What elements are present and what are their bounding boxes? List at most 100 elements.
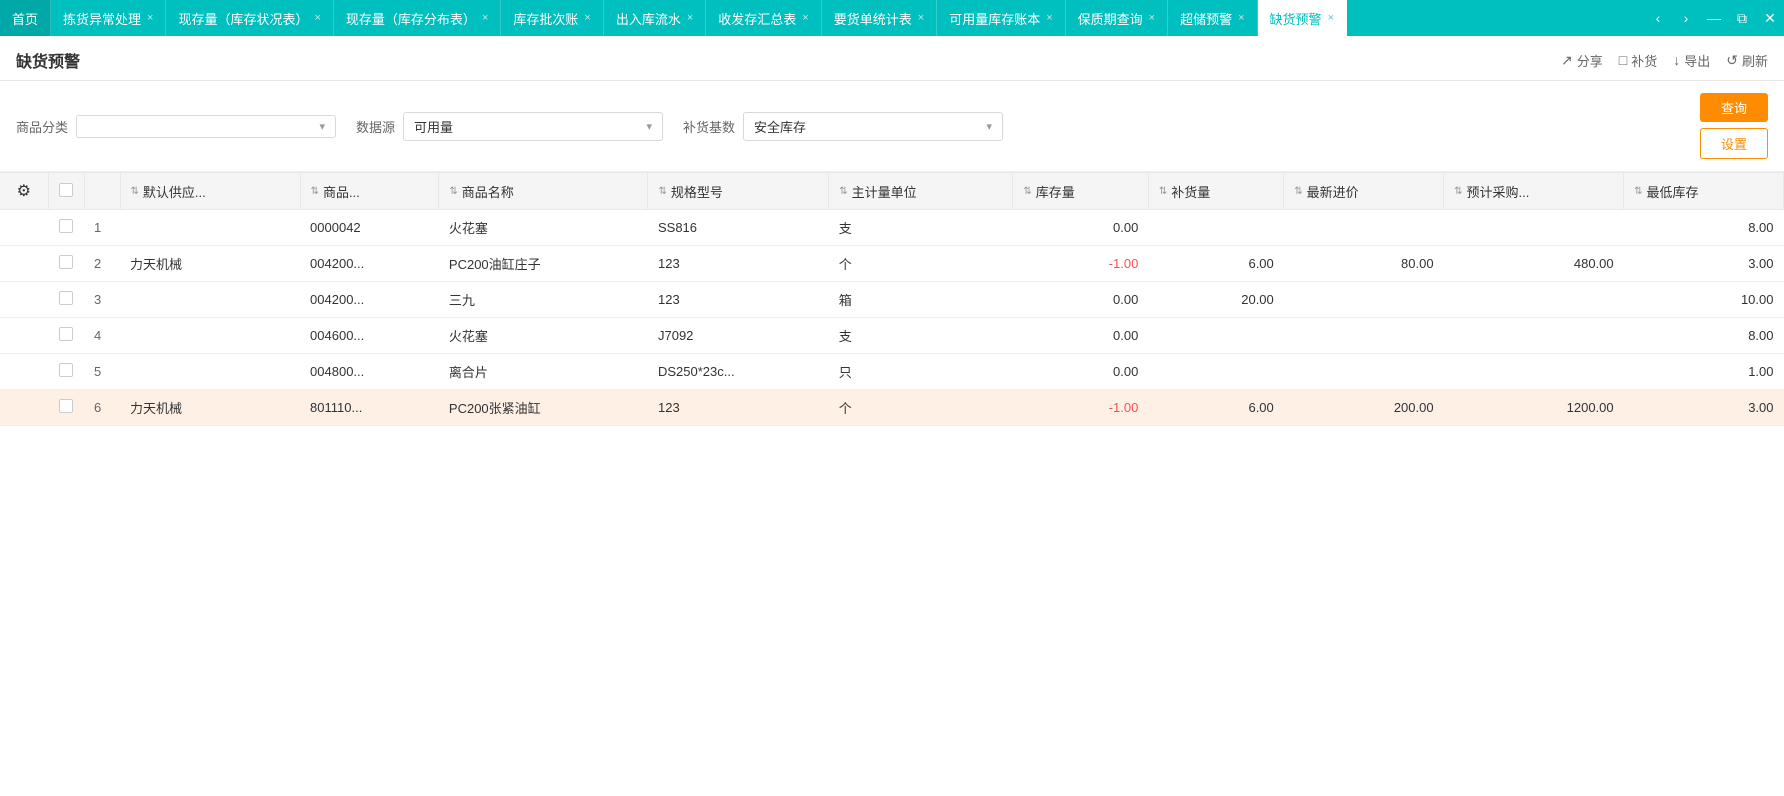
nav-tab-inout-flow[interactable]: 出入库流水 ×: [604, 0, 706, 36]
table-row[interactable]: 5004800...离合片DS250*23c...只0.001.00: [0, 354, 1784, 390]
estimated-purchase-cell-4: [1444, 354, 1624, 390]
refresh-button[interactable]: ↺ 刷新: [1726, 51, 1768, 70]
row-num-4: 5: [84, 354, 120, 390]
page-header: 缺货预警 ↗ 分享 □ 补货 ↓ 导出 ↺ 刷新: [0, 36, 1784, 81]
export-button[interactable]: ↓ 导出: [1673, 51, 1710, 70]
product-code-cell-2: 004200...: [300, 282, 439, 318]
sort-icon-estimated_purchase[interactable]: ⇅: [1454, 186, 1462, 197]
sort-icon-spec[interactable]: ⇅: [658, 186, 666, 197]
nav-tab-anomaly[interactable]: 拣货异常处理×: [51, 0, 166, 36]
table-row[interactable]: 10000042火花塞SS816支0.008.00: [0, 210, 1784, 246]
col-header-estimated_purchase[interactable]: ⇅预计采购...: [1444, 173, 1624, 210]
col-header-unit[interactable]: ⇅主计量单位: [829, 173, 1013, 210]
share-button[interactable]: ↗ 分享: [1561, 51, 1603, 70]
sort-icon-stock[interactable]: ⇅: [1023, 186, 1031, 197]
estimated-purchase-cell-5: 1200.00: [1444, 390, 1624, 426]
product-name-cell-2: 三九: [439, 282, 648, 318]
spec-cell-1: 123: [648, 246, 829, 282]
row-checkbox-2[interactable]: [59, 291, 73, 305]
unit-cell-3: 支: [829, 318, 1013, 354]
nav-tab-shortage[interactable]: 缺货预警×: [1258, 0, 1347, 36]
col-header-product_name[interactable]: ⇅商品名称: [439, 173, 648, 210]
min-stock-cell-3: 8.00: [1624, 318, 1784, 354]
sort-icon-latest_price[interactable]: ⇅: [1294, 186, 1302, 197]
sort-icon-replenish_qty[interactable]: ⇅: [1159, 186, 1167, 197]
nav-scroll-right[interactable]: ›: [1672, 0, 1700, 36]
nav-tab-close-inventory-status[interactable]: ×: [314, 12, 320, 24]
table-row[interactable]: 4004600...火花塞J7092支0.008.00: [0, 318, 1784, 354]
replenish-qty-cell-5: 6.00: [1148, 390, 1283, 426]
nav-tab-close-overstock[interactable]: ×: [1238, 12, 1244, 24]
row-num-5: 6: [84, 390, 120, 426]
table-body: 10000042火花塞SS816支0.008.002力天机械004200...P…: [0, 210, 1784, 426]
nav-tab-inventory-status[interactable]: 现存量（库存状况表）×: [166, 0, 333, 36]
table-row[interactable]: 3004200...三九123箱0.0020.0010.00: [0, 282, 1784, 318]
nav-tab-close-expiry[interactable]: ×: [1149, 12, 1155, 24]
datasource-select[interactable]: 可用量 ▾: [403, 112, 663, 141]
sort-icon-unit[interactable]: ⇅: [839, 186, 847, 197]
col-header-product_code[interactable]: ⇅商品...: [300, 173, 439, 210]
default-supplier-cell-3: [120, 318, 300, 354]
nav-tab-demand-stats[interactable]: 要货单统计表×: [822, 0, 937, 36]
col-label-spec: 规格型号: [671, 182, 723, 201]
settings-button[interactable]: 设置: [1700, 128, 1768, 159]
product-name-cell-0: 火花塞: [439, 210, 648, 246]
col-header-checkbox: [48, 173, 84, 210]
nav-restore[interactable]: ⧉: [1728, 0, 1756, 36]
row-checkbox-4[interactable]: [59, 363, 73, 377]
sort-icon-product_name[interactable]: ⇅: [449, 186, 457, 197]
table-row[interactable]: 6力天机械801110...PC200张紧油缸123个-1.006.00200.…: [0, 390, 1784, 426]
nav-tab-label-inventory-dist: 现存量（库存分布表）: [346, 9, 476, 28]
nav-tab-batch[interactable]: 库存批次账 ×: [501, 0, 603, 36]
nav-tab-collection[interactable]: 收发存汇总表×: [706, 0, 821, 36]
estimated-purchase-cell-1: 480.00: [1444, 246, 1624, 282]
replenish-icon: □: [1619, 52, 1627, 68]
row-checkbox-5[interactable]: [59, 399, 73, 413]
header-checkbox[interactable]: [59, 183, 73, 197]
category-select[interactable]: ▾: [76, 115, 336, 138]
sort-icon-min_stock[interactable]: ⇅: [1634, 186, 1642, 197]
stock-cell-1: -1.00: [1013, 246, 1148, 282]
col-header-min_stock[interactable]: ⇅最低库存: [1624, 173, 1784, 210]
sort-icon-default_supplier[interactable]: ⇅: [131, 186, 139, 197]
row-checkbox-3[interactable]: [59, 327, 73, 341]
col-header-default_supplier[interactable]: ⇅默认供应...: [120, 173, 300, 210]
product-code-cell-0: 0000042: [300, 210, 439, 246]
nav-tab-close-shortage[interactable]: ×: [1328, 12, 1334, 24]
nav-tab-close-inventory-dist[interactable]: ×: [482, 12, 488, 24]
nav-tab-label-batch: 库存批次账: [513, 9, 578, 28]
nav-tab-overstock[interactable]: 超储预警×: [1168, 0, 1257, 36]
nav-tab-close-inout-flow[interactable]: ×: [687, 12, 693, 24]
nav-minimize[interactable]: —: [1700, 0, 1728, 36]
nav-scroll-left[interactable]: ‹: [1644, 0, 1672, 36]
col-header-replenish_qty[interactable]: ⇅补货量: [1148, 173, 1283, 210]
query-button[interactable]: 查询: [1700, 93, 1768, 122]
nav-tab-close-demand-stats[interactable]: ×: [918, 12, 924, 24]
row-checkbox-1[interactable]: [59, 255, 73, 269]
nav-tab-home[interactable]: 首页: [0, 0, 51, 36]
gear-icon[interactable]: ⚙: [10, 181, 38, 201]
nav-tab-close-collection[interactable]: ×: [802, 12, 808, 24]
nav-tab-available-ledger[interactable]: 可用量库存账本 ×: [937, 0, 1065, 36]
nav-tab-label-available-ledger: 可用量库存账本: [949, 9, 1040, 28]
nav-tab-expiry[interactable]: 保质期查询×: [1066, 0, 1168, 36]
nav-tab-inventory-dist[interactable]: 现存量（库存分布表） ×: [334, 0, 501, 36]
table-row[interactable]: 2力天机械004200...PC200油缸庄子123个-1.006.0080.0…: [0, 246, 1784, 282]
nav-tab-label-inout-flow: 出入库流水: [616, 9, 681, 28]
nav-tab-close-available-ledger[interactable]: ×: [1046, 12, 1052, 24]
replenish-button[interactable]: □ 补货: [1619, 51, 1657, 70]
row-checkbox-0[interactable]: [59, 219, 73, 233]
estimated-purchase-cell-0: [1444, 210, 1624, 246]
replenish-base-select[interactable]: 安全库存 ▾: [743, 112, 1003, 141]
sort-icon-product_code[interactable]: ⇅: [311, 186, 319, 197]
default-supplier-cell-5: 力天机械: [120, 390, 300, 426]
col-header-spec[interactable]: ⇅ 规格型号: [648, 173, 829, 210]
nav-tab-close-anomaly[interactable]: ×: [147, 12, 153, 24]
category-chevron-icon: ▾: [319, 120, 325, 133]
nav-close[interactable]: ✕: [1756, 0, 1784, 36]
col-header-latest_price[interactable]: ⇅最新进价: [1284, 173, 1444, 210]
col-header-stock[interactable]: ⇅库存量: [1013, 173, 1148, 210]
row-gear-cell-2: [0, 282, 48, 318]
default-supplier-cell-1: 力天机械: [120, 246, 300, 282]
nav-tab-close-batch[interactable]: ×: [584, 12, 590, 24]
